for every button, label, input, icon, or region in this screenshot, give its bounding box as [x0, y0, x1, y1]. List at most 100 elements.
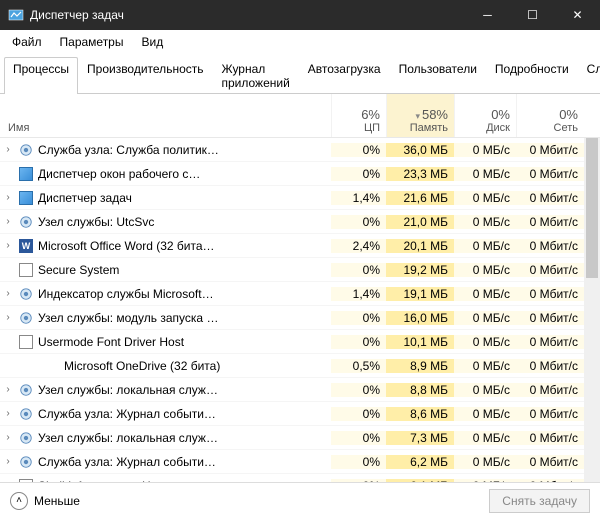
process-name: Узел службы: UtcSvc: [38, 215, 154, 229]
cell-cpu: 0%: [331, 215, 386, 229]
cell-name: › Узел службы: локальная служ…: [0, 382, 331, 398]
tab-app-history[interactable]: Журнал приложений: [213, 57, 299, 94]
cell-network: 0 Мбит/с: [516, 239, 584, 253]
app-process-icon: [18, 190, 34, 206]
table-row[interactable]: ›Узел службы: локальная служ…0%8,8 МБ0 М…: [0, 378, 584, 402]
tab-performance[interactable]: Производительность: [78, 57, 212, 94]
process-name: Служба узла: Журнал событи…: [38, 407, 216, 421]
column-name[interactable]: Имя: [0, 94, 331, 137]
table-row[interactable]: ›Диспетчер задач1,4%21,6 МБ0 МБ/с0 Мбит/…: [0, 186, 584, 210]
cell-name: ›Узел службы: локальная служ…: [0, 430, 331, 446]
cell-disk: 0 МБ/с: [454, 359, 516, 373]
minimize-button[interactable]: ─: [465, 0, 510, 30]
cell-cpu: 0%: [331, 407, 386, 421]
expand-icon[interactable]: ›: [2, 312, 14, 323]
expand-icon[interactable]: ›: [2, 384, 14, 395]
cell-memory: 36,0 МБ: [386, 143, 454, 157]
cell-name: Secure System: [0, 262, 331, 278]
table-row[interactable]: Диспетчер окон рабочего с…0%23,3 МБ0 МБ/…: [0, 162, 584, 186]
cell-disk: 0 МБ/с: [454, 455, 516, 469]
process-name: Узел службы: локальная служ…: [38, 383, 218, 397]
cell-disk: 0 МБ/с: [454, 383, 516, 397]
cell-cpu: 0%: [331, 479, 386, 483]
cell-network: 0 Мбит/с: [516, 431, 584, 445]
app-icon: [8, 7, 24, 23]
tab-details[interactable]: Подробности: [486, 57, 578, 94]
cell-network: 0 Мбит/с: [516, 215, 584, 229]
tab-services[interactable]: Службы: [578, 57, 600, 94]
cell-disk: 0 МБ/с: [454, 191, 516, 205]
column-memory[interactable]: ▾58%Память: [386, 94, 454, 137]
process-name: Диспетчер окон рабочего с…: [38, 167, 200, 181]
cell-network: 0 Мбит/с: [516, 143, 584, 157]
cell-name: Usermode Font Driver Host: [0, 334, 331, 350]
cell-network: 0 Мбит/с: [516, 287, 584, 301]
menu-view[interactable]: Вид: [133, 32, 171, 52]
table-row[interactable]: ›Служба узла: Служба политик…0%36,0 МБ0 …: [0, 138, 584, 162]
maximize-button[interactable]: ☐: [510, 0, 555, 30]
table-row[interactable]: ›Служба узла: Журнал событи…0%8,6 МБ0 МБ…: [0, 402, 584, 426]
cell-name: ›Shell Infrastructure Host: [0, 478, 331, 483]
expand-icon[interactable]: ›: [2, 192, 14, 203]
cell-memory: 8,8 МБ: [386, 383, 454, 397]
cell-cpu: 0%: [331, 263, 386, 277]
expand-icon[interactable]: ›: [2, 288, 14, 299]
cell-disk: 0 МБ/с: [454, 239, 516, 253]
table-row[interactable]: ›Индексатор службы Microsoft…1,4%19,1 МБ…: [0, 282, 584, 306]
cell-memory: 16,0 МБ: [386, 311, 454, 325]
tab-users[interactable]: Пользователи: [390, 57, 486, 94]
close-button[interactable]: ✕: [555, 0, 600, 30]
process-name: Secure System: [38, 263, 119, 277]
window-icon: [18, 334, 34, 350]
table-row[interactable]: ›Узел службы: модуль запуска …0%16,0 МБ0…: [0, 306, 584, 330]
cell-disk: 0 МБ/с: [454, 143, 516, 157]
menu-file[interactable]: Файл: [4, 32, 50, 52]
table-row[interactable]: Secure System0%19,2 МБ0 МБ/с0 Мбит/с: [0, 258, 584, 282]
expand-icon[interactable]: ›: [2, 456, 14, 467]
cell-name: ›Служба узла: Служба политик…: [0, 142, 331, 158]
cell-memory: 8,9 МБ: [386, 359, 454, 373]
tab-processes[interactable]: Процессы: [4, 57, 78, 94]
process-name: Служба узла: Журнал событи…: [38, 455, 216, 469]
expand-icon[interactable]: ›: [2, 216, 14, 227]
table-row[interactable]: ›WMicrosoft Office Word (32 бита…2,4%20,…: [0, 234, 584, 258]
column-cpu[interactable]: 6%ЦП: [331, 94, 386, 137]
footer: ˄ Меньше Снять задачу: [0, 482, 600, 518]
gear-icon: [18, 286, 34, 302]
cell-cpu: 0%: [331, 431, 386, 445]
table-row[interactable]: ›Shell Infrastructure Host0%6,1 МБ0 МБ/с…: [0, 474, 584, 482]
cell-name: ›Узел службы: модуль запуска …: [0, 310, 331, 326]
tab-strip: Процессы Производительность Журнал прило…: [0, 56, 600, 94]
cell-name: ›Индексатор службы Microsoft…: [0, 286, 331, 302]
expand-icon[interactable]: ›: [2, 480, 14, 482]
tab-startup[interactable]: Автозагрузка: [299, 57, 390, 94]
cell-cpu: 0,5%: [331, 359, 386, 373]
column-disk[interactable]: 0%Диск: [454, 94, 516, 137]
scrollbar-thumb[interactable]: [586, 138, 598, 278]
table-row[interactable]: ›Узел службы: UtcSvc0%21,0 МБ0 МБ/с0 Мби…: [0, 210, 584, 234]
cell-network: 0 Мбит/с: [516, 167, 584, 181]
cell-memory: 6,1 МБ: [386, 479, 454, 483]
cell-name: Microsoft OneDrive (32 бита): [0, 358, 331, 374]
expand-icon[interactable]: ›: [2, 240, 14, 251]
cell-network: 0 Мбит/с: [516, 263, 584, 277]
expand-icon[interactable]: ›: [2, 408, 14, 419]
menu-options[interactable]: Параметры: [52, 32, 132, 52]
cell-memory: 19,1 МБ: [386, 287, 454, 301]
expand-icon[interactable]: ›: [2, 144, 14, 155]
cell-memory: 23,3 МБ: [386, 167, 454, 181]
cell-memory: 10,1 МБ: [386, 335, 454, 349]
table-row[interactable]: Usermode Font Driver Host0%10,1 МБ0 МБ/с…: [0, 330, 584, 354]
scrollbar[interactable]: [584, 138, 600, 482]
table-row[interactable]: ›Служба узла: Журнал событи…0%6,2 МБ0 МБ…: [0, 450, 584, 474]
table-row[interactable]: Microsoft OneDrive (32 бита)0,5%8,9 МБ0 …: [0, 354, 584, 378]
cell-cpu: 0%: [331, 167, 386, 181]
column-network[interactable]: 0%Сеть: [516, 94, 584, 137]
word-icon: W: [18, 238, 34, 254]
cell-network: 0 Мбит/с: [516, 311, 584, 325]
table-row[interactable]: ›Узел службы: локальная служ…0%7,3 МБ0 М…: [0, 426, 584, 450]
process-name: Диспетчер задач: [38, 191, 132, 205]
gear-icon: [18, 214, 34, 230]
cell-memory: 20,1 МБ: [386, 239, 454, 253]
expand-icon[interactable]: ›: [2, 432, 14, 443]
